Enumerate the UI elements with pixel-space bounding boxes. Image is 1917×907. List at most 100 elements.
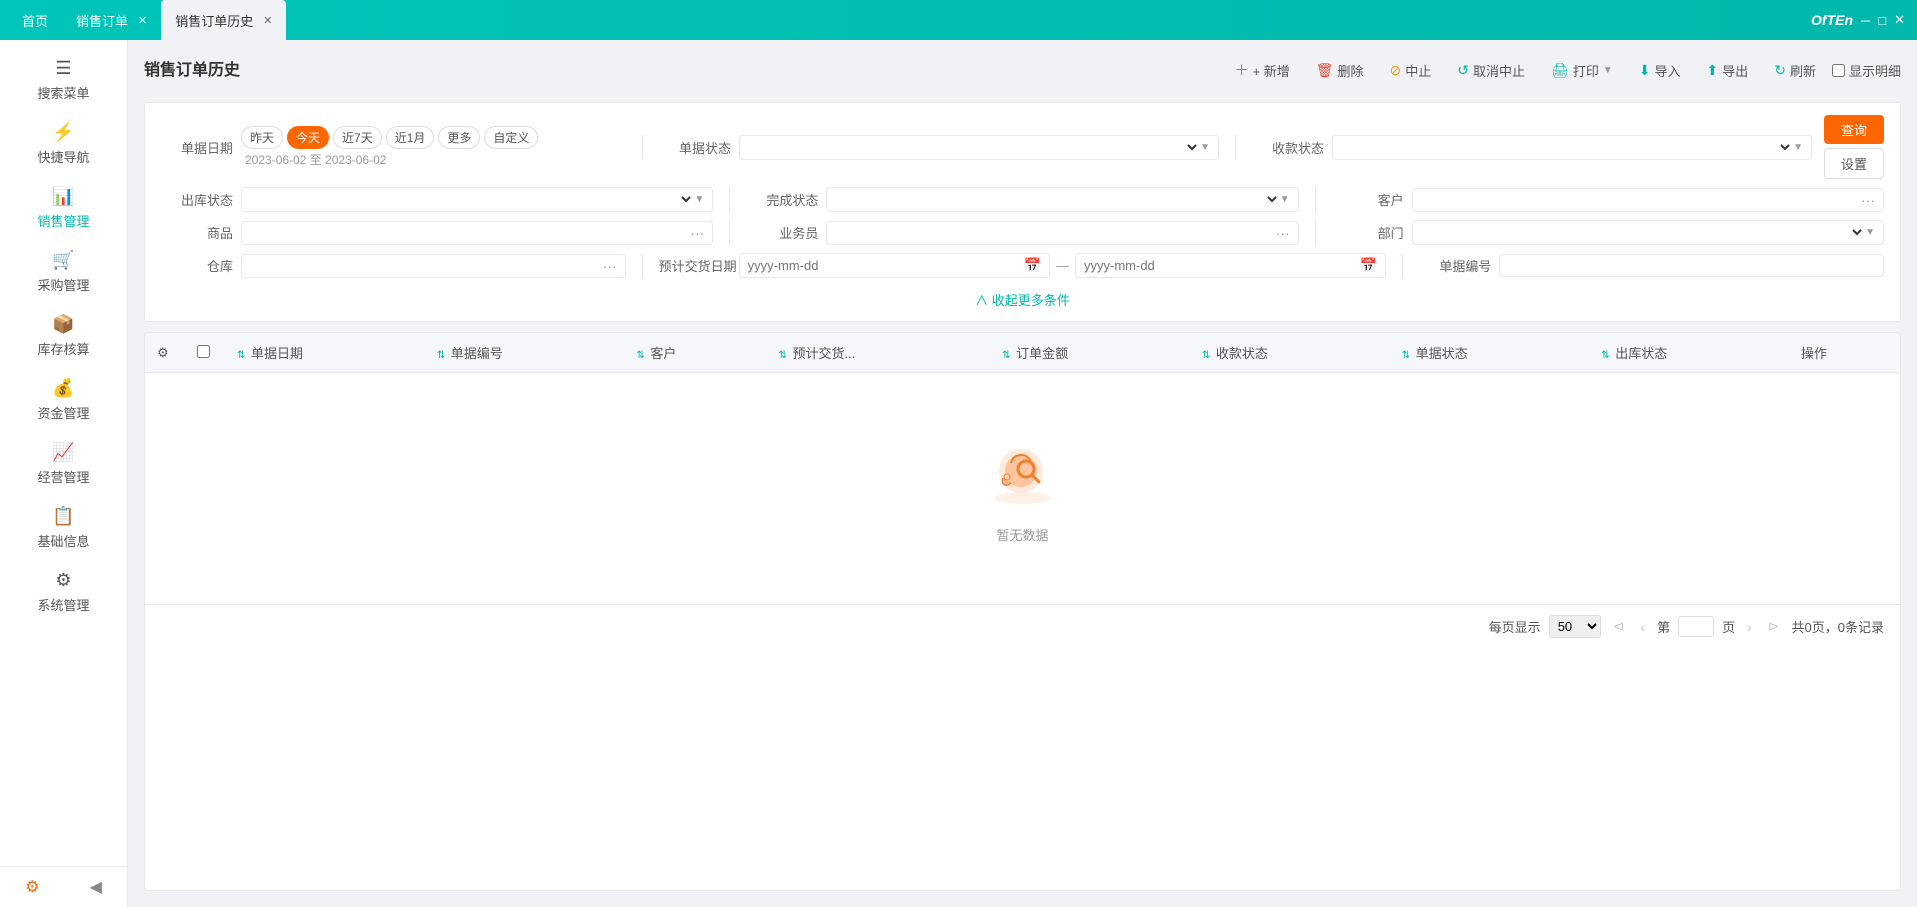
table-settings-th[interactable]: ⚙ (145, 333, 185, 373)
department-label: 部门 (1332, 223, 1412, 242)
minimize-button[interactable]: ─ (1861, 13, 1870, 28)
expected-date-end[interactable] (1084, 258, 1360, 273)
print-icon: 🖨 (1551, 62, 1569, 79)
filter-row-3: 商品 ··· 业务员 ··· 部门 ▼ (161, 220, 1884, 245)
data-table: ⚙ ⇅ 单据日期 ⇅ 单据编号 (145, 333, 1900, 604)
calendar-end-icon[interactable]: 📅 (1360, 257, 1377, 274)
customer-select-box[interactable]: ··· (1412, 188, 1884, 212)
sidebar-item-basic-info[interactable]: 📋 基础信息 (0, 496, 127, 560)
warehouse-select-box[interactable]: ··· (241, 254, 626, 278)
export-button[interactable]: ⬆ 导出 (1696, 57, 1758, 84)
sidebar-bottom: ⚙ ◀ (0, 866, 127, 907)
salesman-dots[interactable]: ··· (1276, 225, 1290, 241)
page-input[interactable]: 1 (1678, 616, 1714, 637)
sidebar-item-operations-label: 经营管理 (37, 467, 89, 486)
col-doc-status-label: 单据状态 (1416, 346, 1468, 361)
delete-button[interactable]: 🗑 删除 (1306, 57, 1374, 84)
customer-input[interactable] (1421, 192, 1857, 207)
complete-select[interactable] (835, 191, 1279, 208)
doc-number-box[interactable] (1499, 254, 1884, 277)
table-check-th[interactable] (185, 333, 225, 373)
cancel-stop-button[interactable]: ↺ 取消中止 (1447, 57, 1535, 84)
date-more-btn[interactable]: 更多 (438, 126, 480, 149)
setting-button[interactable]: 设置 (1824, 148, 1884, 179)
first-page-btn[interactable]: ⊲ (1609, 616, 1629, 637)
filter-section: 单据日期 昨天 今天 近7天 近1月 更多 自定义 2023-06-02 至 2… (144, 102, 1901, 322)
sidebar-item-quick-nav[interactable]: ⚡ 快捷导航 (0, 112, 127, 176)
date-7days-btn[interactable]: 近7天 (333, 126, 382, 149)
date-today-btn[interactable]: 今天 (287, 126, 329, 149)
tab-sales-order-close[interactable]: ✕ (138, 14, 147, 27)
cancel-stop-icon: ↺ (1457, 62, 1469, 79)
last-page-btn[interactable]: ⊳ (1764, 616, 1784, 637)
table-settings-icon[interactable]: ⚙ (157, 345, 169, 360)
date-1month-btn[interactable]: 近1月 (386, 126, 435, 149)
sidebar-item-finance[interactable]: 💰 资金管理 (0, 368, 127, 432)
sidebar-item-search-label: 搜索菜单 (37, 83, 89, 102)
sidebar-item-inventory[interactable]: 📦 库存核算 (0, 304, 127, 368)
col-doc-number[interactable]: ⇅ 单据编号 (425, 333, 625, 373)
salesman-select-box[interactable]: ··· (826, 221, 1298, 245)
sales-icon: 📊 (52, 186, 74, 207)
goods-label: 商品 (161, 223, 241, 242)
sidebar-item-operations[interactable]: 📈 经营管理 (0, 432, 127, 496)
calendar-start-icon[interactable]: 📅 (1024, 257, 1041, 274)
prev-page-btn[interactable]: ‹ (1636, 617, 1649, 637)
export-icon: ⬆ (1706, 62, 1718, 79)
salesman-input[interactable] (835, 225, 1271, 240)
print-button[interactable]: 🖨 打印 ▼ (1541, 57, 1623, 84)
top-bar: 首页 销售订单 ✕ 销售订单历史 ✕ OfTEn ─ □ ✕ (0, 0, 1917, 40)
sidebar-item-sales[interactable]: 📊 销售管理 (0, 176, 127, 240)
department-select-box[interactable]: ▼ (1412, 220, 1884, 245)
import-button[interactable]: ⬇ 导入 (1629, 57, 1691, 84)
next-page-btn[interactable]: › (1743, 617, 1756, 637)
tab-sales-order-history[interactable]: 销售订单历史 ✕ (161, 0, 286, 40)
goods-select-box[interactable]: ··· (241, 221, 713, 245)
sidebar-collapse-icon[interactable]: ◀ (90, 877, 102, 897)
tab-home[interactable]: 首页 (8, 0, 62, 40)
tab-sales-order-history-close[interactable]: ✕ (263, 14, 272, 27)
out-status-select[interactable] (250, 191, 694, 208)
col-doc-status[interactable]: ⇅ 单据状态 (1390, 333, 1590, 373)
per-page-select[interactable]: 10 20 50 100 (1549, 615, 1601, 638)
maximize-button[interactable]: □ (1878, 13, 1886, 28)
close-button[interactable]: ✕ (1894, 12, 1905, 28)
new-button[interactable]: ＋ + 新增 (1225, 56, 1300, 84)
sidebar-item-system[interactable]: ⚙ 系统管理 (0, 560, 127, 624)
payment-status-select-box[interactable]: ▼ (1332, 135, 1812, 160)
expected-date-start[interactable] (748, 258, 1024, 273)
doc-status-select-box[interactable]: ▼ (739, 135, 1219, 160)
col-order-amount[interactable]: ⇅ 订单金额 (990, 333, 1190, 373)
query-button[interactable]: 查询 (1824, 115, 1884, 144)
refresh-button[interactable]: ↻ 刷新 (1764, 57, 1826, 84)
warehouse-dots[interactable]: ··· (603, 258, 617, 274)
table-select-all[interactable] (197, 345, 210, 358)
sidebar-item-search[interactable]: ☰ 搜索菜单 (0, 48, 127, 112)
date-custom-btn[interactable]: 自定义 (484, 126, 538, 149)
warehouse-input[interactable] (250, 258, 599, 273)
stop-button[interactable]: ⊘ 中止 (1380, 57, 1442, 84)
customer-dots[interactable]: ··· (1861, 192, 1875, 208)
expected-date-end-box[interactable]: 📅 (1075, 253, 1386, 278)
col-out-status[interactable]: ⇅ 出库状态 (1589, 333, 1789, 373)
goods-dots[interactable]: ··· (690, 225, 704, 241)
col-payment-status[interactable]: ⇅ 收款状态 (1190, 333, 1390, 373)
goods-input[interactable] (250, 225, 686, 240)
col-date[interactable]: ⇅ 单据日期 (225, 333, 425, 373)
collapse-row[interactable]: ∧ 收起更多条件 (161, 286, 1884, 309)
doc-number-input[interactable] (1508, 258, 1875, 273)
divider-8 (1402, 254, 1403, 278)
complete-select-box[interactable]: ▼ (826, 187, 1298, 212)
col-customer[interactable]: ⇅ 客户 (624, 333, 766, 373)
out-status-select-box[interactable]: ▼ (241, 187, 713, 212)
sidebar-item-purchase[interactable]: 🛒 采购管理 (0, 240, 127, 304)
doc-status-select[interactable] (748, 139, 1200, 156)
col-expected-delivery[interactable]: ⇅ 预计交货... (766, 333, 990, 373)
date-yesterday-btn[interactable]: 昨天 (241, 126, 283, 149)
expected-date-start-box[interactable]: 📅 (739, 253, 1050, 278)
payment-status-select[interactable] (1341, 139, 1793, 156)
department-select[interactable] (1421, 224, 1865, 241)
sidebar-settings-icon[interactable]: ⚙ (25, 877, 39, 897)
tab-sales-order[interactable]: 销售订单 ✕ (62, 0, 161, 40)
show-detail-checkbox[interactable] (1832, 64, 1845, 77)
